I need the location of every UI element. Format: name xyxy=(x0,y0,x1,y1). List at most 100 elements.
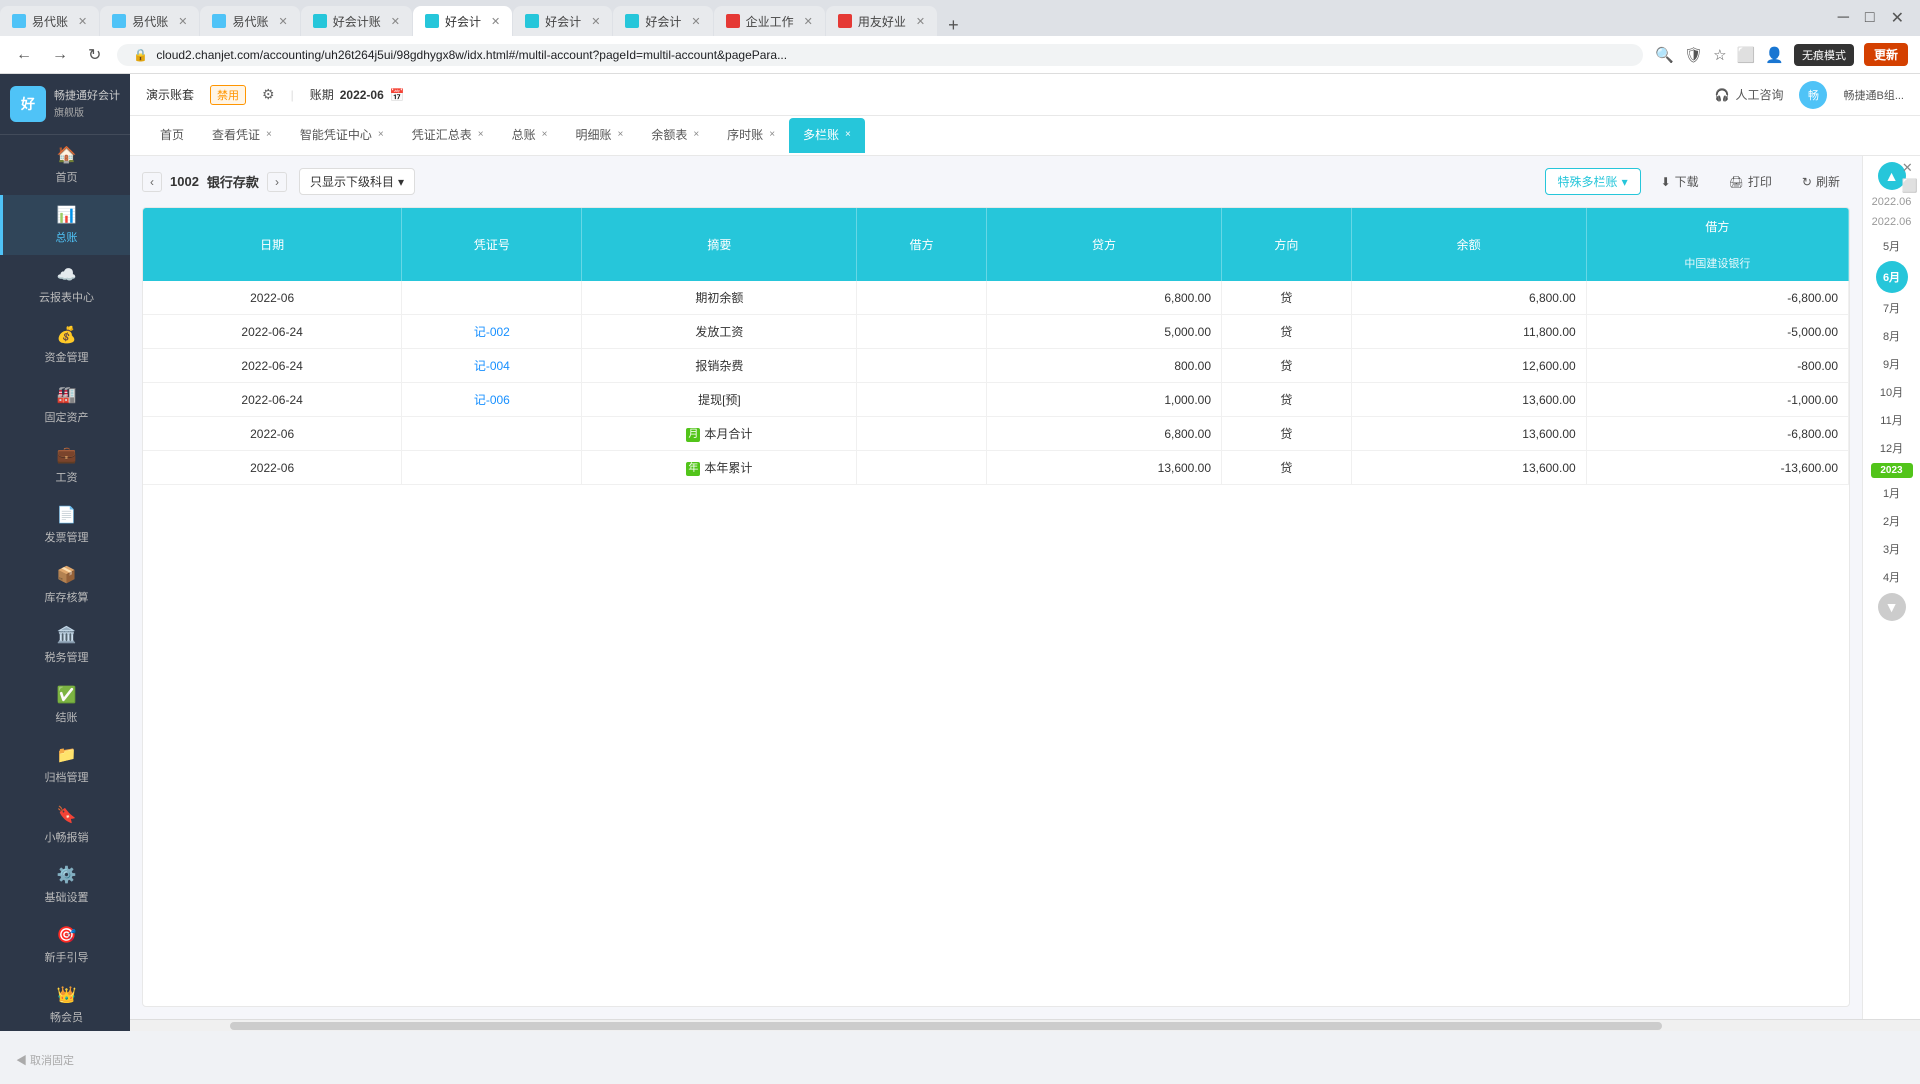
tab-close-1[interactable]: ✕ xyxy=(78,15,87,28)
tab-detail-ledger-close[interactable]: × xyxy=(617,129,623,140)
tab-close-4[interactable]: ✕ xyxy=(391,15,400,28)
panel-close-button[interactable]: ✕ xyxy=(1902,160,1918,176)
tab-close-2[interactable]: ✕ xyxy=(178,15,187,28)
tab-general-ledger-close[interactable]: × xyxy=(542,129,548,140)
demo-badge[interactable]: 禁用 xyxy=(210,85,246,105)
browser-tab-7[interactable]: 好会计 ✕ xyxy=(613,6,712,36)
sidebar-item-tax[interactable]: 🏛️ 税务管理 xyxy=(0,615,130,675)
timeline-month-10[interactable]: 10月 xyxy=(1871,379,1913,405)
sidebar-item-guide[interactable]: 🎯 新手引导 xyxy=(0,915,130,975)
tab-smart-voucher-close[interactable]: × xyxy=(378,129,384,140)
timeline-month-1[interactable]: 1月 xyxy=(1871,480,1913,506)
back-button[interactable]: ← xyxy=(12,42,36,68)
voucher-link[interactable]: 记-004 xyxy=(474,359,510,373)
sidebar-item-invoice[interactable]: 📄 发票管理 xyxy=(0,495,130,555)
tab-multi-column-close[interactable]: × xyxy=(845,129,851,140)
forward-button[interactable]: → xyxy=(48,42,72,68)
sidebar-item-fund[interactable]: 💰 资金管理 xyxy=(0,315,130,375)
new-tab-button[interactable]: + xyxy=(938,15,969,36)
timeline-down-button[interactable]: ▼ xyxy=(1878,593,1906,621)
tab-close-5[interactable]: ✕ xyxy=(491,15,500,28)
calendar-icon[interactable]: 📅 xyxy=(390,88,405,102)
tab-home[interactable]: 首页 xyxy=(146,118,198,153)
account-prev-button[interactable]: ‹ xyxy=(142,172,162,192)
timeline-month-9[interactable]: 9月 xyxy=(1871,351,1913,377)
close-button[interactable]: ✕ xyxy=(1891,8,1904,28)
cancel-fixed-button[interactable]: ◀ 取消固定 xyxy=(10,1046,120,1074)
tab-close-3[interactable]: ✕ xyxy=(278,15,287,28)
browser-tab-4[interactable]: 好会计账 ✕ xyxy=(301,6,412,36)
timeline-month-3[interactable]: 3月 xyxy=(1871,536,1913,562)
update-button[interactable]: 更新 xyxy=(1864,43,1908,66)
browser-tab-6[interactable]: 好会计 ✕ xyxy=(513,6,612,36)
profile-button[interactable]: 👤 xyxy=(1765,46,1784,64)
sidebar-item-settings[interactable]: ⚙️ 基础设置 xyxy=(0,855,130,915)
panel-expand-button[interactable]: ⬜ xyxy=(1902,178,1918,194)
tab-view-voucher-close[interactable]: × xyxy=(266,129,272,140)
print-button[interactable]: 🖨 打印 xyxy=(1719,169,1782,194)
browser-controls: ─ □ ✕ xyxy=(1838,8,1920,28)
tab-balance-sheet-close[interactable]: × xyxy=(693,129,699,140)
timeline-month-11[interactable]: 11月 xyxy=(1871,407,1913,433)
tab-general-ledger[interactable]: 总账 × xyxy=(498,118,562,153)
browser-tab-1[interactable]: 易代账 ✕ xyxy=(0,6,99,36)
tab-journal[interactable]: 序时账 × xyxy=(713,118,789,153)
tab-close-9[interactable]: ✕ xyxy=(916,15,925,28)
timeline-month-12[interactable]: 12月 xyxy=(1871,435,1913,461)
browser-tab-3[interactable]: 易代账 ✕ xyxy=(200,6,299,36)
tab-detail-ledger[interactable]: 明细账 × xyxy=(561,118,637,153)
tab-voucher-summary-close[interactable]: × xyxy=(478,129,484,140)
ledger-table: 日期 凭证号 摘要 借方 贷方 方向 余额 借方 中国建设银行 xyxy=(142,207,1850,1007)
minimize-button[interactable]: ─ xyxy=(1838,9,1849,27)
salary-icon: 💼 xyxy=(57,445,77,465)
filter-button[interactable]: 只显示下级科目 ▾ xyxy=(299,168,415,195)
voucher-link[interactable]: 记-002 xyxy=(474,325,510,339)
download-button[interactable]: ⬇ 下载 xyxy=(1651,169,1709,194)
url-bar[interactable]: 🔒 cloud2.chanjet.com/accounting/uh26t264… xyxy=(117,44,1643,66)
browser-tab-9[interactable]: 用友好业 ✕ xyxy=(826,6,937,36)
horizontal-scrollbar[interactable] xyxy=(130,1019,1920,1031)
timeline-month-5[interactable]: 5月 xyxy=(1871,233,1913,259)
timeline-month-8[interactable]: 8月 xyxy=(1871,323,1913,349)
close-accounts-icon: ✅ xyxy=(57,685,77,705)
sidebar-item-home[interactable]: 🏠 首页 xyxy=(0,135,130,195)
voucher-link[interactable]: 记-006 xyxy=(474,393,510,407)
tab-journal-close[interactable]: × xyxy=(769,129,775,140)
consultant-button[interactable]: 🎧 人工咨询 xyxy=(1715,86,1784,103)
tab-close-8[interactable]: ✕ xyxy=(804,15,813,28)
sidebar-item-expense[interactable]: 🔖 小畅报销 xyxy=(0,795,130,855)
tab-multi-column[interactable]: 多栏账 × xyxy=(789,118,865,153)
browser-tab-2[interactable]: 易代账 ✕ xyxy=(100,6,199,36)
browser-tab-5[interactable]: 好会计 ✕ xyxy=(413,6,512,36)
account-next-button[interactable]: › xyxy=(267,172,287,192)
sidebar-item-member[interactable]: 👑 畅会员 xyxy=(0,975,130,1035)
extension-button[interactable]: ⬜ xyxy=(1737,46,1756,64)
sidebar-item-cloud-report[interactable]: ☁️ 云报表中心 xyxy=(0,255,130,315)
star-tool-button[interactable]: ☆ xyxy=(1713,46,1726,64)
tab-close-6[interactable]: ✕ xyxy=(591,15,600,28)
sidebar-item-ledger[interactable]: 📊 总账 xyxy=(0,195,130,255)
settings-gear-icon[interactable]: ⚙ xyxy=(262,86,275,103)
special-multi-button[interactable]: 特殊多栏账 ▾ xyxy=(1545,168,1641,195)
browser-tab-8[interactable]: 企业工作 ✕ xyxy=(714,6,825,36)
sidebar-item-archive[interactable]: 📁 归档管理 xyxy=(0,735,130,795)
sidebar-item-fixed-assets[interactable]: 🏭 固定资产 xyxy=(0,375,130,435)
sidebar-item-salary[interactable]: 💼 工资 xyxy=(0,435,130,495)
timeline-month-7[interactable]: 7月 xyxy=(1871,295,1913,321)
tab-smart-voucher[interactable]: 智能凭证中心 × xyxy=(286,118,398,153)
sidebar-item-close-accounts[interactable]: ✅ 结账 xyxy=(0,675,130,735)
timeline-month-6[interactable]: 6月 xyxy=(1876,261,1908,293)
timeline-month-4[interactable]: 4月 xyxy=(1871,564,1913,590)
tab-voucher-summary[interactable]: 凭证汇总表 × xyxy=(398,118,498,153)
maximize-button[interactable]: □ xyxy=(1865,9,1875,27)
tab-balance-sheet[interactable]: 余额表 × xyxy=(637,118,713,153)
shield-tool-button[interactable]: 🛡 xyxy=(1684,46,1703,64)
refresh-button[interactable]: ↻ 刷新 xyxy=(1792,169,1850,194)
search-tool-button[interactable]: 🔍 xyxy=(1655,46,1674,64)
refresh-nav-button[interactable]: ↻ xyxy=(84,41,105,69)
tab-close-7[interactable]: ✕ xyxy=(691,15,700,28)
tab-view-voucher[interactable]: 查看凭证 × xyxy=(198,118,286,153)
timeline-month-2[interactable]: 2月 xyxy=(1871,508,1913,534)
sidebar-item-inventory[interactable]: 📦 库存核算 xyxy=(0,555,130,615)
no-trace-button[interactable]: 无痕模式 xyxy=(1794,44,1854,66)
